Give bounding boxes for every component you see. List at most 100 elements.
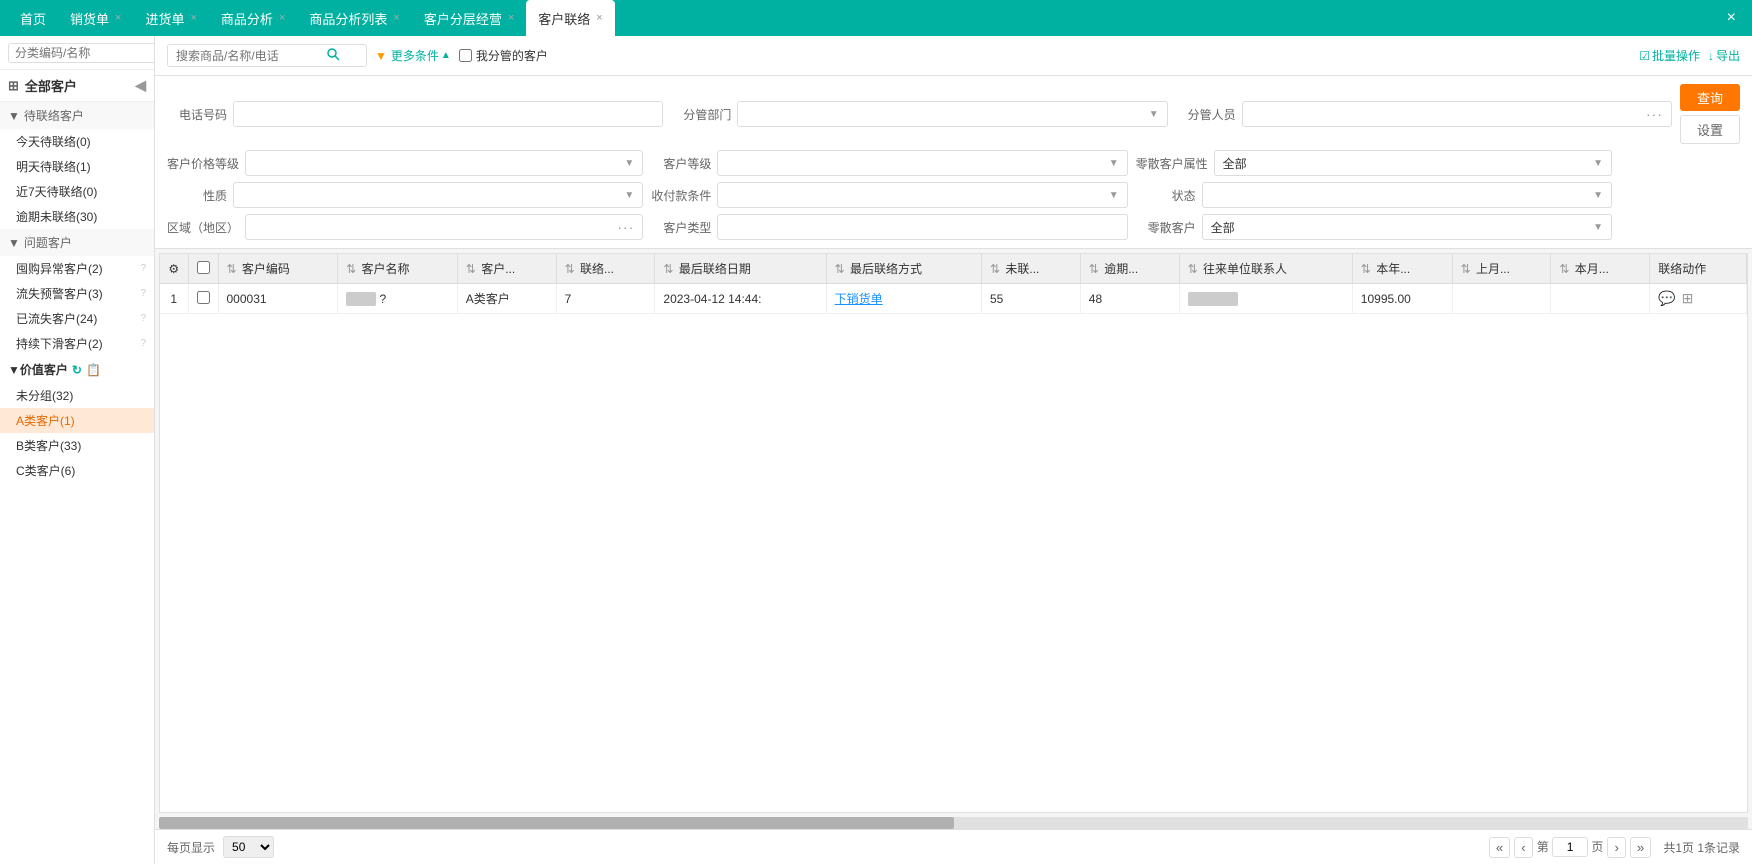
col-level[interactable]: ⇅ 客户... [457, 254, 556, 284]
nav-customer-contact-close[interactable]: × [596, 12, 602, 24]
action-buttons: 查询 设置 [1680, 84, 1740, 144]
horizontal-scrollbar[interactable] [159, 817, 1748, 829]
help-icon-1: ? [140, 263, 146, 274]
col-last-month[interactable]: ⇅ 上月... [1452, 254, 1551, 284]
toolbar-right: ☑ 批量操作 ↓ 导出 [1639, 47, 1740, 64]
refresh-icon[interactable]: ↻ [72, 363, 82, 377]
prev-page-button[interactable]: ‹ [1514, 837, 1532, 858]
grid-action-icon[interactable]: ⊞ [1682, 290, 1694, 307]
page-total-label: 共1页 1条记录 [1663, 839, 1740, 856]
last-page-button[interactable]: » [1630, 837, 1651, 858]
manager-dots-icon: ··· [1646, 106, 1663, 122]
first-page-button[interactable]: « [1489, 837, 1510, 858]
sidebar-item-today[interactable]: 今天待联络(0) [0, 129, 154, 154]
customer-level-select[interactable]: ▼ [717, 150, 1127, 176]
nav-sales[interactable]: 销货单 × [58, 0, 133, 36]
col-overdue[interactable]: ⇅ 逾期... [1080, 254, 1179, 284]
retail-attr-select[interactable]: 全部 ▼ [1214, 150, 1612, 176]
nav-sales-close[interactable]: × [115, 12, 121, 24]
status-label: 状态 [1136, 187, 1196, 204]
sidebar-section-value: ▼ 价值客户 ↻ 📋 [0, 356, 154, 383]
sidebar-item-churned[interactable]: 已流失客户(24) ? [0, 306, 154, 331]
settings-button[interactable]: 设置 [1680, 115, 1740, 144]
sidebar-item-declining[interactable]: 持续下滑客户(2) ? [0, 331, 154, 356]
nav-product-list[interactable]: 商品分析列表 × [297, 0, 411, 36]
col-action: 联络动作 [1650, 254, 1747, 284]
phone-input[interactable] [233, 101, 663, 127]
col-name[interactable]: ⇅ 客户名称 [338, 254, 458, 284]
region-select[interactable]: ··· [245, 214, 643, 240]
nav-customer-tier[interactable]: 客户分层经营 × [412, 0, 526, 36]
col-contact-count[interactable]: ⇅ 联络... [556, 254, 655, 284]
table-settings-icon[interactable]: ⚙ [168, 262, 179, 276]
sidebar-item-class-a[interactable]: A类客户(1) [0, 408, 154, 433]
sidebar-item-class-b[interactable]: B类客户(33) [0, 433, 154, 458]
more-filters-button[interactable]: ▼ 更多条件 ▲ [375, 47, 451, 64]
col-no-contact[interactable]: ⇅ 未联... [981, 254, 1080, 284]
nav-customer-contact[interactable]: 客户联络 × [526, 0, 614, 36]
price-level-arrow-icon: ▼ [624, 158, 634, 169]
price-level-label: 客户价格等级 [167, 155, 239, 172]
col-checkbox [188, 254, 218, 284]
sidebar-collapse-button[interactable]: ◀ [135, 77, 146, 94]
nav-product-analysis[interactable]: 商品分析 × [209, 0, 297, 36]
nav-home[interactable]: 首页 [8, 0, 58, 36]
select-all-checkbox[interactable] [197, 261, 210, 274]
last-method-link[interactable]: 下销货单 [835, 292, 883, 306]
batch-operation-button[interactable]: ☑ 批量操作 [1639, 47, 1700, 64]
status-select[interactable]: ▼ [1202, 182, 1612, 208]
page-number-input[interactable] [1552, 837, 1588, 857]
next-page-button[interactable]: › [1607, 837, 1625, 858]
nav-purchase-close[interactable]: × [190, 12, 196, 24]
col-last-date[interactable]: ⇅ 最后联络日期 [655, 254, 826, 284]
col-code[interactable]: ⇅ 客户编码 [218, 254, 338, 284]
table-header-row: ⚙ ⇅ 客户编码 ⇅ 客户名称 [160, 254, 1747, 284]
nav-product-list-close[interactable]: × [393, 12, 399, 24]
row-num: 1 [160, 284, 188, 314]
sidebar-item-overdue[interactable]: 逾期未联络(30) [0, 204, 154, 229]
category-search-input[interactable] [8, 43, 155, 63]
manager-label: 分管人员 [1176, 106, 1236, 123]
sidebar-item-churn-warning[interactable]: 流失预警客户(3) ? [0, 281, 154, 306]
window-close-icon[interactable]: × [1719, 9, 1744, 27]
col-last-method[interactable]: ⇅ 最后联络方式 [826, 254, 981, 284]
retail-customer-select[interactable]: 全部 ▼ [1202, 214, 1612, 240]
sidebar-item-7days[interactable]: 近7天待联络(0) [0, 179, 154, 204]
col-current-year[interactable]: ⇅ 本年... [1352, 254, 1452, 284]
col-current-month[interactable]: ⇅ 本月... [1551, 254, 1650, 284]
grid-icon: ⊞ [8, 78, 19, 94]
col-settings[interactable]: ⚙ [160, 254, 188, 284]
add-icon[interactable]: 📋 [86, 363, 101, 377]
price-level-select[interactable]: ▼ [245, 150, 643, 176]
sort-icon: ⇅ [227, 262, 237, 276]
sidebar-item-tomorrow[interactable]: 明天待联络(1) [0, 154, 154, 179]
main-search-input[interactable] [176, 49, 326, 63]
nav-purchase[interactable]: 进货单 × [133, 0, 208, 36]
page-size-select[interactable]: 50 100 200 [223, 836, 274, 858]
sidebar-item-ungrouped[interactable]: 未分组(32) [0, 383, 154, 408]
nav-product-analysis-close[interactable]: × [279, 12, 285, 24]
nav-customer-tier-close[interactable]: × [508, 12, 514, 24]
page-size-label: 每页显示 [167, 839, 215, 856]
manager-select[interactable]: ··· [1242, 101, 1672, 127]
query-button[interactable]: 查询 [1680, 84, 1740, 111]
filter-field-retail-customer: 零散客户 全部 ▼ [1136, 214, 1612, 240]
customer-type-input[interactable] [717, 214, 1127, 240]
row-select-checkbox[interactable] [197, 291, 210, 304]
filter-field-payment: 收付款条件 ▼ [651, 182, 1127, 208]
my-customers-checkbox[interactable] [459, 49, 472, 62]
payment-select[interactable]: ▼ [717, 182, 1127, 208]
col-contact-person[interactable]: ⇅ 往来单位联系人 [1179, 254, 1352, 284]
export-icon: ↓ [1708, 49, 1714, 63]
export-button[interactable]: ↓ 导出 [1708, 47, 1740, 64]
sidebar-item-abnormal[interactable]: 囤购异常客户(2) ? [0, 256, 154, 281]
sidebar-item-class-c[interactable]: C类客户(6) [0, 458, 154, 483]
filter-field-dept: 分管部门 ▼ [671, 101, 1167, 127]
dept-select[interactable]: ▼ [737, 101, 1167, 127]
retail-customer-arrow-icon: ▼ [1593, 222, 1603, 233]
comment-action-icon[interactable]: 💬 [1658, 290, 1675, 307]
nature-select[interactable]: ▼ [233, 182, 643, 208]
main-search-icon[interactable] [326, 47, 340, 64]
help-icon-4: ? [140, 338, 146, 349]
filter-field-customer-level: 客户等级 ▼ [651, 150, 1127, 176]
